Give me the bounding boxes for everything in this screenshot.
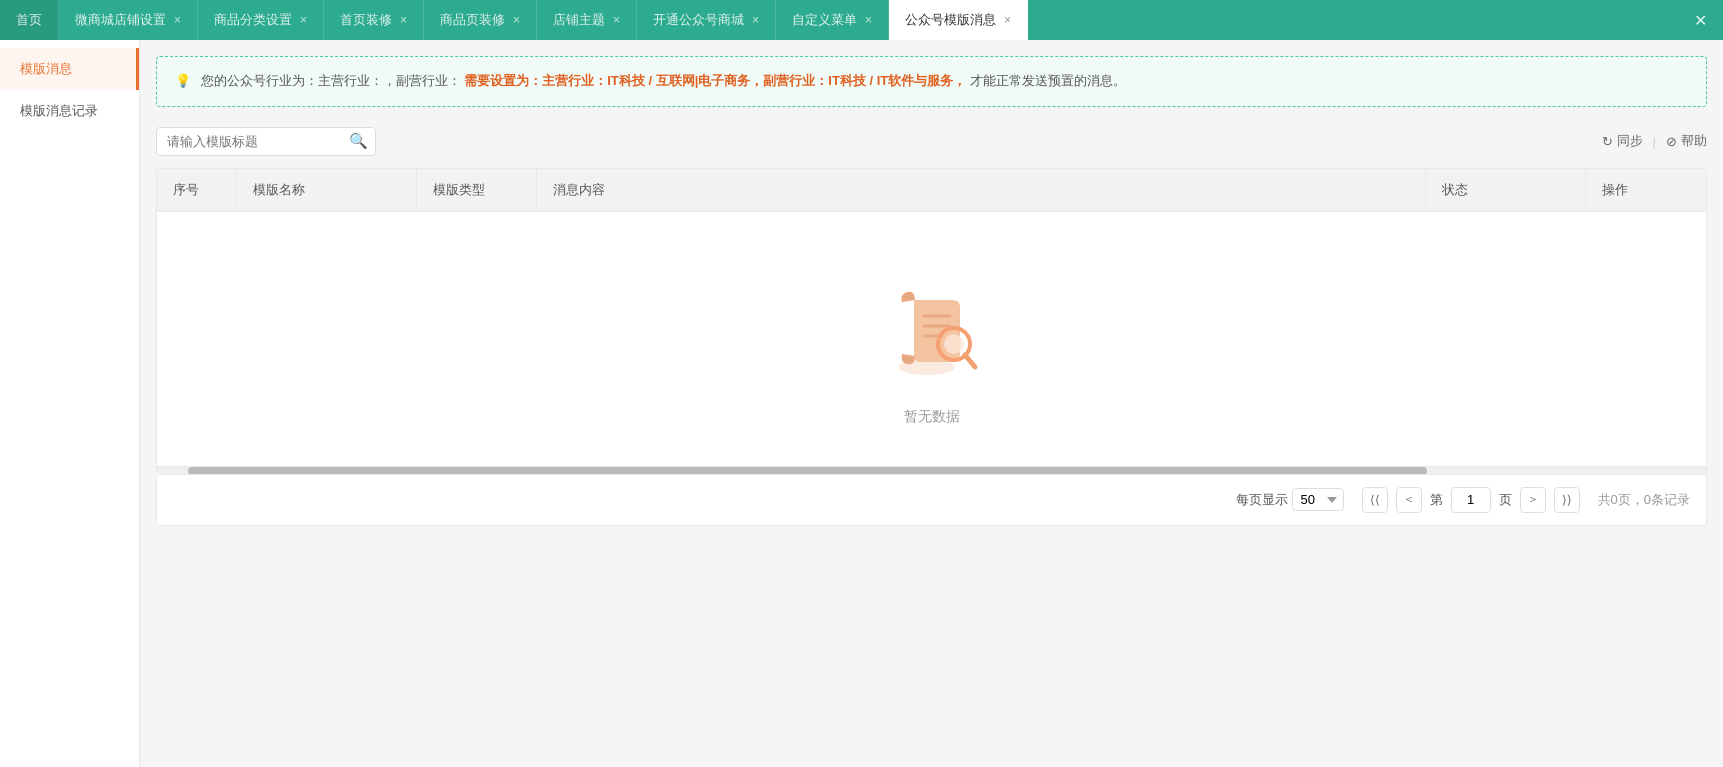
layout: 模版消息 模版消息记录 💡 您的公众号行业为：主营行业：，副营行业： 需要设置为… [0, 40, 1723, 767]
search-bar: 🔍 ↻ 同步 | ⊘ 帮助 [156, 127, 1707, 156]
tab-bar: 首页 微商城店铺设置 × 商品分类设置 × 首页装修 × 商品页装修 × 店铺主… [0, 0, 1723, 40]
help-icon: ⊘ [1666, 134, 1677, 149]
notice-box: 💡 您的公众号行业为：主营行业：，副营行业： 需要设置为：主营行业：IT科技 /… [156, 56, 1707, 107]
col-header-content: 消息内容 [537, 169, 1426, 211]
close-tab-custom-menu[interactable]: × [865, 13, 872, 27]
tab-shop-theme[interactable]: 店铺主题 × [537, 0, 637, 40]
tab-home-decor[interactable]: 首页装修 × [324, 0, 424, 40]
help-label: 帮助 [1681, 132, 1707, 150]
sync-button[interactable]: ↻ 同步 [1602, 132, 1643, 150]
close-tab-open-mall[interactable]: × [752, 13, 759, 27]
tab-shop-settings[interactable]: 微商城店铺设置 × [59, 0, 198, 40]
page-total: 共0页，0条记录 [1598, 491, 1690, 509]
empty-state: 暂无数据 [157, 212, 1706, 466]
tab-shop-settings-label: 微商城店铺设置 [75, 11, 166, 29]
main-content: 💡 您的公众号行业为：主营行业：，副营行业： 需要设置为：主营行业：IT科技 /… [140, 40, 1723, 767]
sidebar-item-template-msg-label: 模版消息 [20, 61, 72, 76]
tab-product-decor-label: 商品页装修 [440, 11, 505, 29]
page-first-button[interactable]: ⟨⟨ [1362, 487, 1388, 513]
search-icon[interactable]: 🔍 [349, 132, 368, 150]
close-tab-template-msg[interactable]: × [1004, 13, 1011, 27]
col-header-index: 序号 [157, 169, 237, 211]
tab-product-decor[interactable]: 商品页装修 × [424, 0, 537, 40]
tab-bar-close-all[interactable]: ✕ [1678, 11, 1723, 30]
toolbar-divider: | [1653, 134, 1656, 149]
table-header: 序号 模版名称 模版类型 消息内容 状态 操作 [157, 169, 1706, 212]
svg-line-6 [965, 355, 975, 367]
table-wrap: 序号 模版名称 模版类型 消息内容 状态 操作 [156, 168, 1707, 475]
svg-point-5 [944, 334, 964, 354]
sidebar-item-template-msg-record[interactable]: 模版消息记录 [0, 90, 139, 132]
tab-custom-menu[interactable]: 自定义菜单 × [776, 0, 889, 40]
bulb-icon: 💡 [175, 73, 191, 88]
close-tab-product-category[interactable]: × [300, 13, 307, 27]
close-tab-shop-theme[interactable]: × [613, 13, 620, 27]
page-size-dropdown[interactable]: 50 20 100 [1292, 488, 1344, 511]
pagination: 每页显示 50 20 100 ⟨⟨ ＜ 第 页 ＞ ⟩⟩ 共0页，0条记录 [156, 475, 1707, 526]
notice-text-prefix: 您的公众号行业为：主营行业：，副营行业： [201, 73, 461, 88]
col-header-status: 状态 [1426, 169, 1586, 211]
page-next-button[interactable]: ＞ [1520, 487, 1546, 513]
sidebar: 模版消息 模版消息记录 [0, 40, 140, 767]
tab-home-label: 首页 [16, 11, 42, 29]
tab-custom-menu-label: 自定义菜单 [792, 11, 857, 29]
page-unit: 页 [1499, 491, 1512, 509]
tab-product-category-label: 商品分类设置 [214, 11, 292, 29]
empty-icon [872, 272, 992, 392]
tab-open-mall[interactable]: 开通公众号商城 × [637, 0, 776, 40]
col-header-name: 模版名称 [237, 169, 417, 211]
close-tab-shop-settings[interactable]: × [174, 13, 181, 27]
page-input[interactable] [1451, 487, 1491, 513]
sync-label: 同步 [1617, 132, 1643, 150]
tab-home[interactable]: 首页 [0, 0, 59, 40]
tab-template-msg-label: 公众号模版消息 [905, 11, 996, 29]
empty-text: 暂无数据 [904, 408, 960, 426]
scroll-track[interactable] [157, 466, 1706, 474]
col-header-action: 操作 [1586, 169, 1706, 211]
page-last-button[interactable]: ⟩⟩ [1554, 487, 1580, 513]
page-size-select: 每页显示 50 20 100 [1236, 488, 1344, 511]
sync-icon: ↻ [1602, 134, 1613, 149]
col-header-type: 模版类型 [417, 169, 537, 211]
scroll-thumb[interactable] [188, 467, 1427, 475]
close-tab-product-decor[interactable]: × [513, 13, 520, 27]
tab-product-category[interactable]: 商品分类设置 × [198, 0, 324, 40]
page-size-label: 每页显示 [1236, 491, 1288, 509]
search-input-wrap: 🔍 [156, 127, 376, 156]
tab-open-mall-label: 开通公众号商城 [653, 11, 744, 29]
search-input[interactable] [156, 127, 376, 156]
tab-home-decor-label: 首页装修 [340, 11, 392, 29]
sidebar-item-template-msg[interactable]: 模版消息 [0, 48, 139, 90]
page-prefix: 第 [1430, 491, 1443, 509]
sync-help-area: ↻ 同步 | ⊘ 帮助 [1602, 132, 1707, 150]
notice-highlight: 需要设置为：主营行业：IT科技 / 互联网|电子商务，副营行业：IT科技 / I… [464, 73, 966, 88]
page-prev-button[interactable]: ＜ [1396, 487, 1422, 513]
tab-template-msg[interactable]: 公众号模版消息 × [889, 0, 1028, 40]
notice-text-suffix: 才能正常发送预置的消息。 [970, 73, 1126, 88]
close-tab-home-decor[interactable]: × [400, 13, 407, 27]
sidebar-item-template-msg-record-label: 模版消息记录 [20, 103, 98, 118]
help-button[interactable]: ⊘ 帮助 [1666, 132, 1707, 150]
tab-shop-theme-label: 店铺主题 [553, 11, 605, 29]
